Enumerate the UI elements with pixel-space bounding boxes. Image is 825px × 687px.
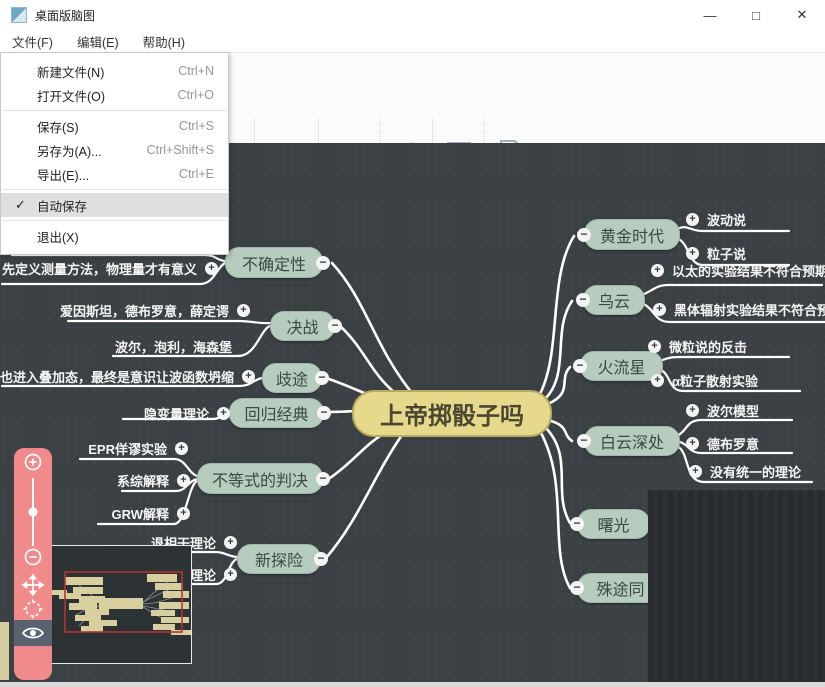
menu-item-exit[interactable]: 退出(X)	[1, 224, 228, 248]
node-new-exploration[interactable]: 新探险 −	[237, 544, 321, 574]
collapse-icon[interactable]: −	[328, 319, 342, 333]
expand-icon[interactable]: +	[217, 407, 230, 420]
child-label[interactable]: GRW解释 +	[111, 504, 190, 523]
expand-icon[interactable]: +	[175, 442, 188, 455]
maximize-button[interactable]: □	[733, 0, 779, 30]
child-label[interactable]: 爱因斯坦，德布罗意，薛定谔 +	[60, 301, 250, 320]
window-controls: — □ ✕	[687, 0, 825, 30]
menu-item-open-file[interactable]: 打开文件(O) Ctrl+O	[1, 83, 228, 107]
menu-item-new-file[interactable]: 新建文件(N) Ctrl+N	[1, 59, 228, 83]
expand-icon[interactable]: +	[651, 374, 664, 387]
node-uncertainty[interactable]: 不确定性 −	[225, 247, 323, 278]
node-dark-clouds[interactable]: 乌云 −	[583, 285, 645, 315]
expand-icon[interactable]: +	[177, 474, 190, 487]
menu-separator	[2, 220, 227, 221]
menu-item-autosave[interactable]: ✓ 自动保存	[1, 193, 228, 217]
node-astray[interactable]: 歧途 −	[262, 363, 322, 393]
canvas-dark-region	[648, 490, 825, 687]
child-label[interactable]: 先定义测量方法，物理量才有意义 +	[2, 259, 218, 278]
menu-separator	[2, 110, 227, 111]
expand-icon[interactable]: +	[237, 304, 250, 317]
child-label[interactable]: + α粒子散射实验	[651, 371, 758, 390]
window-title: 桌面版脑图	[35, 7, 95, 24]
expand-icon[interactable]: +	[686, 247, 699, 260]
slider-thumb[interactable]	[29, 508, 38, 517]
window-bottom-edge	[0, 682, 825, 687]
minimap[interactable]	[50, 545, 192, 664]
expand-icon[interactable]: +	[651, 264, 664, 277]
visibility-strip	[14, 620, 52, 646]
check-icon: ✓	[15, 197, 26, 213]
expand-icon[interactable]: +	[205, 262, 218, 275]
menu-separator	[2, 189, 227, 190]
pan-icon[interactable]	[14, 574, 52, 596]
collapse-icon[interactable]: −	[570, 517, 584, 531]
menu-help[interactable]: 帮助(H)	[131, 32, 197, 51]
zoom-slider[interactable]	[14, 474, 52, 550]
collapse-icon[interactable]: −	[316, 256, 330, 270]
collapse-icon[interactable]: −	[314, 552, 328, 566]
collapse-icon[interactable]: −	[577, 228, 591, 242]
expand-icon[interactable]: +	[242, 370, 255, 383]
child-label[interactable]: + 微粒说的反击	[648, 337, 747, 356]
menu-item-save-as[interactable]: 另存为(A)... Ctrl+Shift+S	[1, 138, 228, 162]
expand-icon[interactable]: +	[653, 303, 666, 316]
node-dawn[interactable]: 曙光 −	[577, 509, 650, 539]
expand-icon[interactable]: +	[224, 568, 237, 581]
menu-file[interactable]: 文件(F)	[0, 32, 65, 51]
child-label[interactable]: 波尔，泡利，海森堡	[115, 337, 232, 356]
minimize-button[interactable]: —	[687, 0, 733, 30]
child-label[interactable]: + 没有统一的理论	[689, 462, 801, 481]
title-bar: 桌面版脑图 — □ ✕	[0, 0, 825, 30]
zoom-out-icon[interactable]	[14, 546, 52, 568]
expand-icon[interactable]: +	[648, 340, 661, 353]
eye-icon[interactable]	[22, 623, 44, 643]
menu-bar: 文件(F) 编辑(E) 帮助(H)	[0, 30, 825, 53]
file-menu-dropdown: 新建文件(N) Ctrl+N 打开文件(O) Ctrl+O 保存(S) Ctrl…	[0, 52, 229, 255]
locate-icon[interactable]	[14, 598, 52, 620]
zoom-in-icon[interactable]	[14, 451, 52, 473]
collapse-icon[interactable]: −	[577, 434, 591, 448]
child-label[interactable]: + 德布罗意	[686, 434, 759, 453]
node-white-clouds[interactable]: 白云深处 −	[584, 426, 680, 456]
node-return-classic[interactable]: 回归经典 −	[229, 398, 324, 428]
collapse-icon[interactable]: −	[315, 371, 329, 385]
expand-icon[interactable]: +	[689, 465, 702, 478]
child-label[interactable]: + 波尔模型	[686, 401, 759, 420]
zoom-panel	[14, 448, 52, 680]
collapse-icon[interactable]: −	[576, 293, 590, 307]
child-label[interactable]: + 波动说	[686, 210, 746, 229]
edge-artifact	[0, 622, 9, 680]
menu-item-save[interactable]: 保存(S) Ctrl+S	[1, 114, 228, 138]
node-showdown[interactable]: 决战 −	[270, 311, 335, 341]
collapse-icon[interactable]: −	[570, 581, 584, 595]
collapse-icon[interactable]: −	[317, 406, 331, 420]
child-label[interactable]: 系综解释 +	[117, 471, 190, 490]
node-golden-age[interactable]: 黄金时代 −	[584, 219, 680, 250]
collapse-icon[interactable]: −	[316, 472, 330, 486]
expand-icon[interactable]: +	[686, 404, 699, 417]
menu-item-export[interactable]: 导出(E)... Ctrl+E	[1, 162, 228, 186]
menu-edit[interactable]: 编辑(E)	[65, 32, 131, 51]
child-label[interactable]: 也进入叠加态，最终是意识让波函数坍缩 +	[0, 367, 255, 386]
expand-icon[interactable]: +	[177, 507, 190, 520]
child-label[interactable]: + 黑体辐射实验结果不符合预期	[653, 300, 825, 319]
minimap-preview	[51, 546, 191, 663]
child-label[interactable]: 隐变量理论 +	[144, 404, 230, 423]
root-node[interactable]: 上帝掷骰子吗	[352, 390, 552, 437]
child-label[interactable]: 理论 +	[190, 565, 237, 584]
expand-icon[interactable]: +	[224, 536, 237, 549]
close-button[interactable]: ✕	[779, 0, 825, 30]
expand-icon[interactable]: +	[686, 213, 699, 226]
child-label[interactable]: + 以太的实验结果不符合预期	[651, 261, 825, 280]
child-label[interactable]: EPR佯谬实验 +	[88, 439, 188, 458]
expand-icon[interactable]: +	[686, 437, 699, 450]
collapse-icon[interactable]: −	[573, 359, 587, 373]
node-inequality-verdict[interactable]: 不等式的判决 −	[197, 463, 323, 494]
app-icon	[11, 7, 27, 23]
